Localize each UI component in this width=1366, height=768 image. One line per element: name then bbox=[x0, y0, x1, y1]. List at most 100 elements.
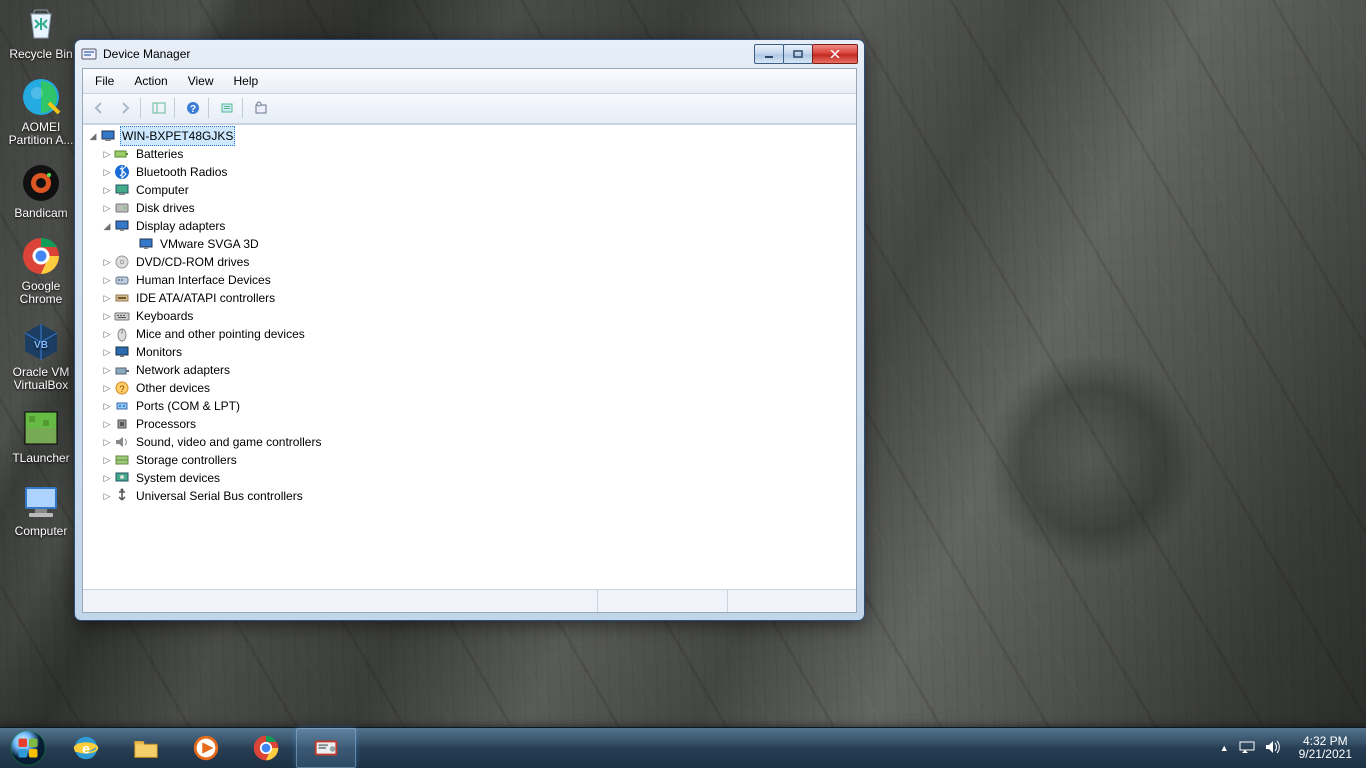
menu-view[interactable]: View bbox=[180, 72, 222, 90]
tree-category-label: System devices bbox=[134, 469, 222, 487]
tree-category-label: Computer bbox=[134, 181, 191, 199]
forward-button[interactable] bbox=[113, 96, 137, 120]
tree-category[interactable]: ▷Network adapters bbox=[87, 361, 856, 379]
disk-icon bbox=[114, 200, 130, 216]
tree-category[interactable]: ▷ DVD/CD-ROM drives bbox=[87, 253, 856, 271]
show-hide-tree-button[interactable] bbox=[147, 96, 171, 120]
tree-category[interactable]: ▷Universal Serial Bus controllers bbox=[87, 487, 856, 505]
tree-category[interactable]: ▷ Mice and other pointing devices bbox=[87, 325, 856, 343]
expand-icon[interactable]: ▷ bbox=[101, 343, 113, 361]
tree-category-label: Display adapters bbox=[134, 217, 227, 235]
tree-category-label: Mice and other pointing devices bbox=[134, 325, 307, 343]
tree-category[interactable]: ▷Bluetooth Radios bbox=[87, 163, 856, 181]
collapse-icon[interactable]: ◢ bbox=[101, 217, 113, 235]
expand-icon[interactable]: ▷ bbox=[101, 379, 113, 397]
maximize-button[interactable] bbox=[783, 44, 813, 64]
expand-icon[interactable]: ▷ bbox=[101, 361, 113, 379]
expand-icon[interactable]: ▷ bbox=[101, 325, 113, 343]
tray-action-center-icon[interactable] bbox=[1239, 739, 1255, 758]
ide-icon bbox=[114, 290, 130, 306]
desktop-icon-label: Google Chrome bbox=[4, 280, 78, 306]
tree-category[interactable]: ▷Disk drives bbox=[87, 199, 856, 217]
expand-icon[interactable]: ▷ bbox=[101, 415, 113, 433]
properties-button[interactable] bbox=[249, 96, 273, 120]
tree-category[interactable]: ▷Storage controllers bbox=[87, 451, 856, 469]
clock-date: 9/21/2021 bbox=[1299, 748, 1352, 761]
taskbar-file-explorer[interactable] bbox=[116, 728, 176, 768]
expand-icon[interactable]: ▷ bbox=[101, 397, 113, 415]
expand-icon[interactable]: ▷ bbox=[101, 433, 113, 451]
taskbar-clock[interactable]: 4:32 PM 9/21/2021 bbox=[1291, 735, 1360, 761]
help-button[interactable]: ? bbox=[181, 96, 205, 120]
expand-icon[interactable]: ▷ bbox=[101, 145, 113, 163]
menu-file[interactable]: File bbox=[87, 72, 122, 90]
expand-icon[interactable]: ▷ bbox=[101, 253, 113, 271]
desktop-icon-tlauncher[interactable]: TLauncher bbox=[4, 406, 78, 465]
tray-show-hidden-icon[interactable]: ▲ bbox=[1220, 743, 1229, 753]
tree-category[interactable]: ▷ Monitors bbox=[87, 343, 856, 361]
tree-category-label: Batteries bbox=[134, 145, 185, 163]
start-button[interactable] bbox=[0, 728, 56, 768]
tree-category[interactable]: ▷ Computer bbox=[87, 181, 856, 199]
back-button[interactable] bbox=[87, 96, 111, 120]
system-icon bbox=[114, 470, 130, 486]
expand-icon[interactable]: ▷ bbox=[101, 307, 113, 325]
desktop-icon-aomei[interactable]: AOMEI Partition A... bbox=[4, 75, 78, 147]
tree-category[interactable]: ▷IDE ATA/ATAPI controllers bbox=[87, 289, 856, 307]
tray-volume-icon[interactable] bbox=[1265, 739, 1281, 758]
expand-icon[interactable]: ▷ bbox=[101, 163, 113, 181]
scan-hardware-button[interactable] bbox=[215, 96, 239, 120]
toolbar: ? bbox=[83, 94, 856, 124]
tree-root[interactable]: ◢WIN-BXPET48GJKS bbox=[87, 127, 856, 145]
svg-text:?: ? bbox=[190, 104, 196, 115]
svg-text:e: e bbox=[82, 741, 90, 757]
expand-icon[interactable]: ▷ bbox=[101, 181, 113, 199]
tree-category-label: Monitors bbox=[134, 343, 184, 361]
tree-category-label: DVD/CD-ROM drives bbox=[134, 253, 251, 271]
menu-help[interactable]: Help bbox=[226, 72, 267, 90]
tree-category[interactable]: ▷Sound, video and game controllers bbox=[87, 433, 856, 451]
tree-category-label: Processors bbox=[134, 415, 198, 433]
titlebar[interactable]: Device Manager bbox=[75, 40, 864, 68]
tree-category[interactable]: ▷ System devices bbox=[87, 469, 856, 487]
expand-icon[interactable]: ▷ bbox=[101, 451, 113, 469]
tree-category[interactable]: ▷?Other devices bbox=[87, 379, 856, 397]
tree-category[interactable]: ▷Ports (COM & LPT) bbox=[87, 397, 856, 415]
tree-category[interactable]: ▷ Processors bbox=[87, 415, 856, 433]
kb-icon bbox=[114, 308, 130, 324]
sound-icon bbox=[114, 434, 130, 450]
tree-device[interactable]: VMware SVGA 3D bbox=[87, 235, 856, 253]
tree-category[interactable]: ◢ Display adapters bbox=[87, 217, 856, 235]
expand-icon[interactable]: ▷ bbox=[101, 271, 113, 289]
desktop-icon-vbox[interactable]: VBOracle VM VirtualBox bbox=[4, 320, 78, 392]
usb-icon bbox=[114, 488, 130, 504]
desktop-icon-chrome[interactable]: Google Chrome bbox=[4, 234, 78, 306]
taskbar-wmp[interactable] bbox=[176, 728, 236, 768]
desktop-icon-recycle[interactable]: Recycle Bin bbox=[4, 2, 78, 61]
close-button[interactable] bbox=[812, 44, 858, 64]
tree-category[interactable]: ▷Keyboards bbox=[87, 307, 856, 325]
expand-icon[interactable]: ▷ bbox=[101, 487, 113, 505]
taskbar-chrome[interactable] bbox=[236, 728, 296, 768]
storage-icon bbox=[114, 452, 130, 468]
collapse-icon[interactable]: ◢ bbox=[87, 127, 99, 145]
battery-icon bbox=[114, 146, 130, 162]
menu-action[interactable]: Action bbox=[126, 72, 175, 90]
tree-category[interactable]: ▷ Batteries bbox=[87, 145, 856, 163]
svg-text:?: ? bbox=[119, 384, 124, 394]
device-tree[interactable]: ◢WIN-BXPET48GJKS▷Batteries▷Bluetooth Rad… bbox=[83, 124, 856, 589]
menu-bar: File Action View Help bbox=[83, 69, 856, 94]
taskbar-ie[interactable]: e bbox=[56, 728, 116, 768]
tree-device-label: VMware SVGA 3D bbox=[158, 235, 261, 253]
computer-icon bbox=[100, 128, 116, 144]
tlauncher-icon bbox=[19, 406, 63, 450]
expand-icon[interactable]: ▷ bbox=[101, 469, 113, 487]
expand-icon[interactable]: ▷ bbox=[101, 289, 113, 307]
expand-icon[interactable]: ▷ bbox=[101, 199, 113, 217]
minimize-button[interactable] bbox=[754, 44, 784, 64]
desktop-icon-bandicam[interactable]: Bandicam bbox=[4, 161, 78, 220]
desktop-icon-computer[interactable]: Computer bbox=[4, 479, 78, 538]
tree-category[interactable]: ▷Human Interface Devices bbox=[87, 271, 856, 289]
net-icon bbox=[114, 362, 130, 378]
taskbar-mmc-device-manager[interactable] bbox=[296, 728, 356, 768]
